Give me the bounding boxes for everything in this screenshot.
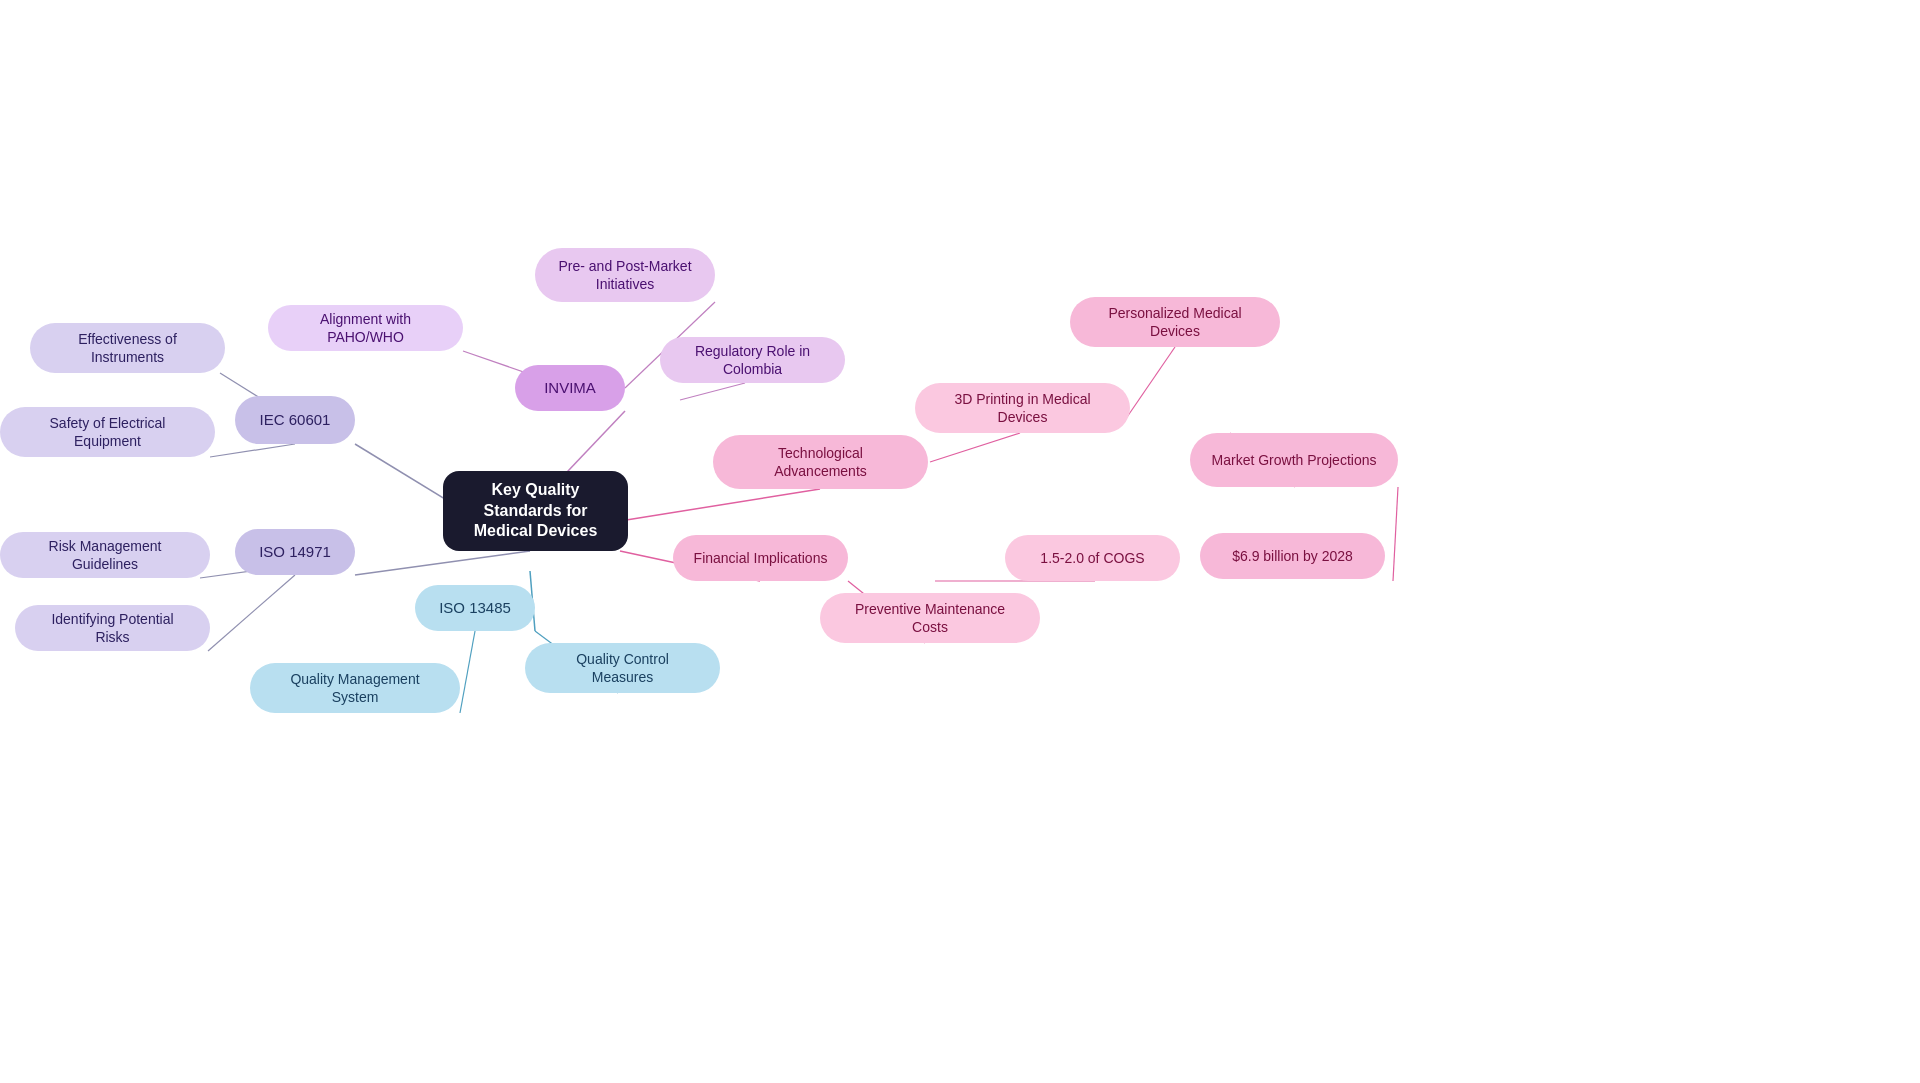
svg-line-14 bbox=[930, 433, 1020, 462]
prepost-node: Pre- and Post-Market Initiatives bbox=[535, 248, 715, 302]
svg-line-2 bbox=[210, 444, 295, 457]
cogs-node: 1.5-2.0 of COGS bbox=[1005, 535, 1180, 581]
svg-line-17 bbox=[1393, 487, 1398, 581]
techadv-node: Technological Advancements bbox=[713, 435, 928, 489]
alignment-node: Alignment with PAHO/WHO bbox=[268, 305, 463, 351]
iso13485-node: ISO 13485 bbox=[415, 585, 535, 631]
svg-line-13 bbox=[620, 489, 820, 521]
billion-node: $6.9 billion by 2028 bbox=[1200, 533, 1385, 579]
printing3d-node: 3D Printing in Medical Devices bbox=[915, 383, 1130, 433]
svg-line-7 bbox=[355, 551, 530, 575]
regulatory-node: Regulatory Role in Colombia bbox=[660, 337, 845, 383]
iec60601-node: IEC 60601 bbox=[235, 396, 355, 444]
financial-node: Financial Implications bbox=[673, 535, 848, 581]
effectiveness-node: Effectiveness of Instruments bbox=[30, 323, 225, 373]
iso14971-node: ISO 14971 bbox=[235, 529, 355, 575]
qcm-node: Quality Control Measures bbox=[525, 643, 720, 693]
identifying-node: Identifying Potential Risks bbox=[15, 605, 210, 651]
qms-node: Quality Management System bbox=[250, 663, 460, 713]
svg-line-11 bbox=[460, 631, 475, 713]
preventive-node: Preventive Maintenance Costs bbox=[820, 593, 1040, 643]
svg-line-9 bbox=[208, 575, 295, 651]
svg-line-15 bbox=[1125, 347, 1175, 420]
marketgrowth-node: Market Growth Projections bbox=[1190, 433, 1398, 487]
center-node: Key Quality Standards for Medical Device… bbox=[443, 471, 628, 551]
personalized-node: Personalized Medical Devices bbox=[1070, 297, 1280, 347]
riskmanagement-node: Risk Management Guidelines bbox=[0, 532, 210, 578]
invima-node: INVIMA bbox=[515, 365, 625, 411]
safety-node: Safety of Electrical Equipment bbox=[0, 407, 215, 457]
svg-line-6 bbox=[680, 383, 745, 400]
